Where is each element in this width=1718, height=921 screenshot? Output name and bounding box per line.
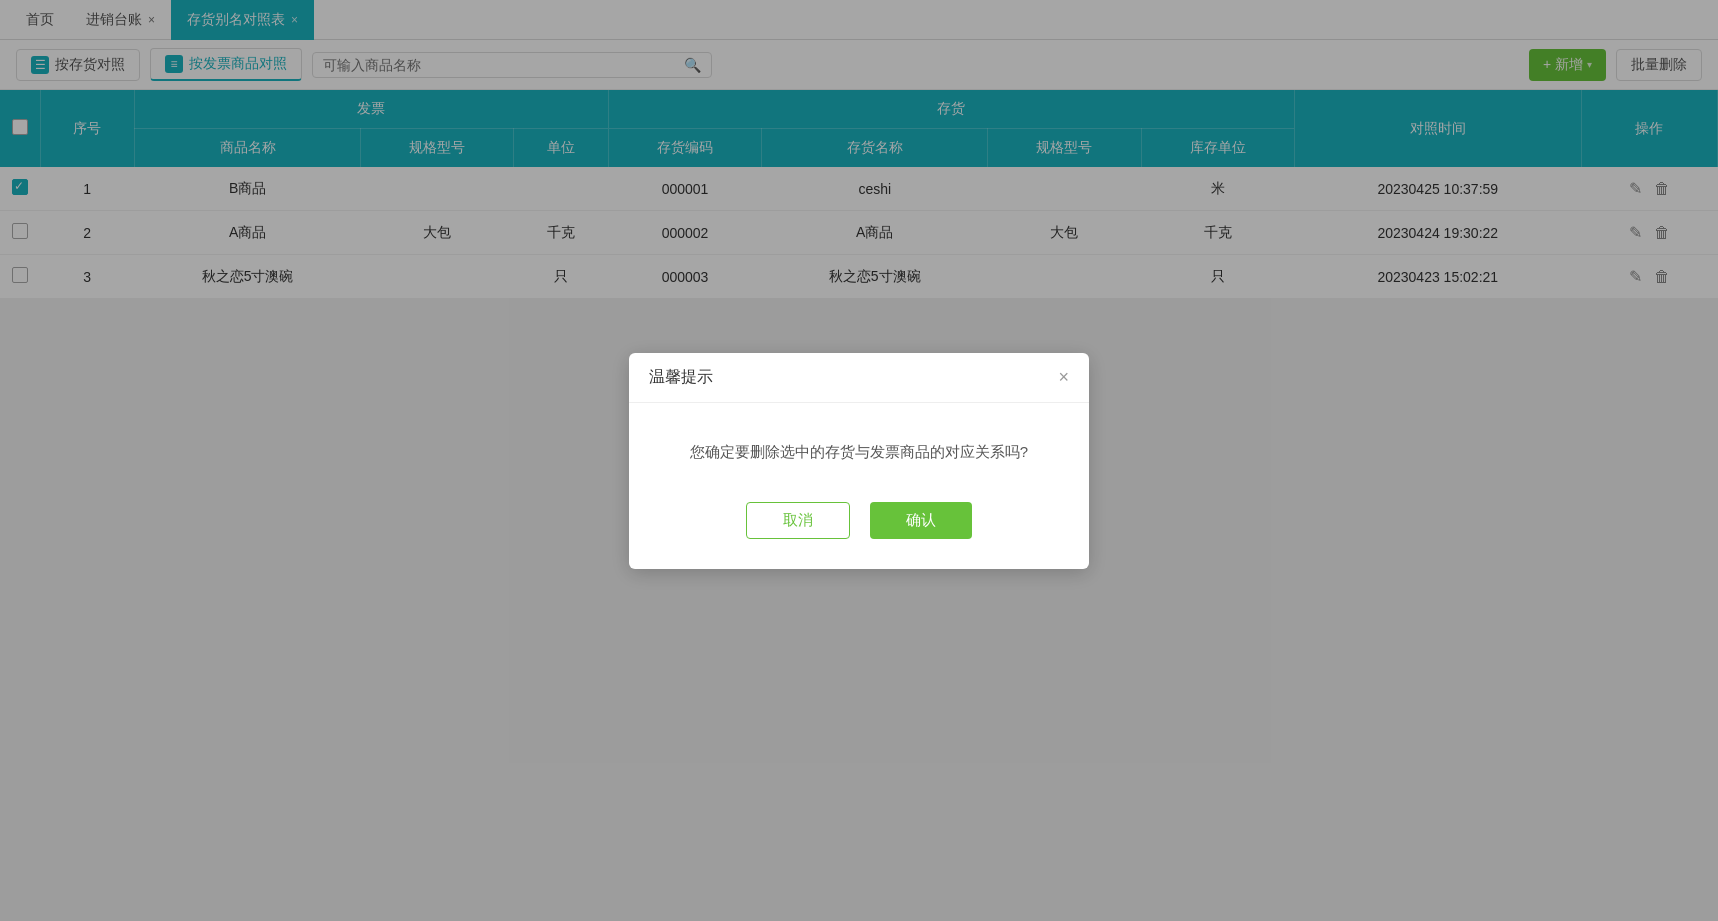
modal-overlay: 温馨提示 × 您确定要删除选中的存货与发票商品的对应关系吗? 取消 确认: [0, 0, 1718, 299]
